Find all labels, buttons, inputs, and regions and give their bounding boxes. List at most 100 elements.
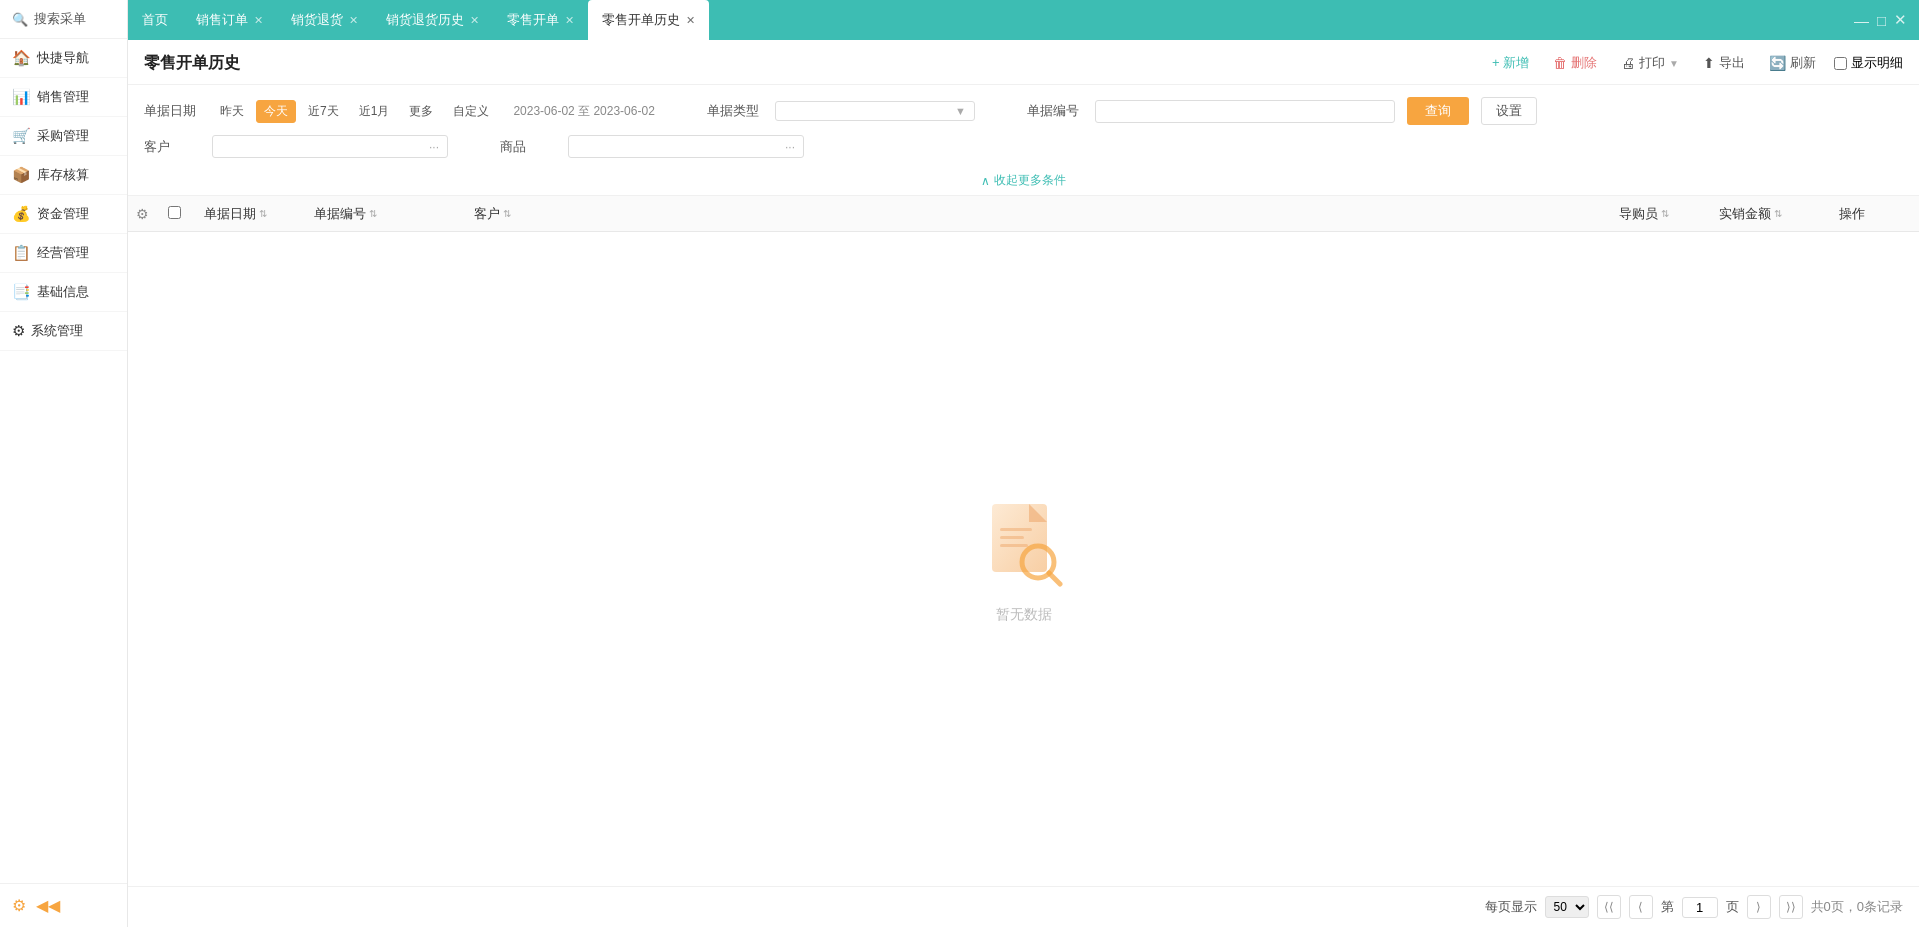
client-input[interactable]: [221, 139, 421, 154]
bill-sn-input[interactable]: [1095, 100, 1395, 123]
sidebar-item-label: 系统管理: [31, 322, 83, 340]
close-icon[interactable]: ✕: [686, 14, 695, 27]
sidebar-item-sys-mgmt[interactable]: ⚙ 系统管理: [0, 312, 127, 351]
th-amount-label: 实销金额: [1719, 205, 1771, 223]
refresh-button[interactable]: 🔄 刷新: [1763, 50, 1822, 76]
goods-input-wrapper[interactable]: ···: [568, 135, 804, 158]
per-page-label: 每页显示: [1485, 898, 1537, 916]
sidebar-item-quick-nav[interactable]: 🏠 快捷导航: [0, 39, 127, 78]
print-chevron-icon: ▼: [1669, 58, 1679, 69]
date-btn-custom[interactable]: 自定义: [445, 100, 497, 123]
filter-row-2: 客户 ··· 商品 ···: [144, 135, 1903, 158]
pagination: 每页显示 50 ⟨⟨ ⟨ 第 页 ⟩ ⟩⟩ 共0页，0条记录: [128, 886, 1919, 927]
page-label: 页: [1726, 898, 1739, 916]
toolbar: + 新增 🗑 删除 🖨 打印 ▼ ⬆ 导出 🔄 刷新: [1486, 50, 1903, 76]
collapse-sidebar-icon[interactable]: ◀◀: [36, 896, 60, 915]
delete-button[interactable]: 🗑 删除: [1547, 50, 1603, 76]
setting-button[interactable]: 设置: [1481, 97, 1537, 125]
refresh-icon: 🔄: [1769, 55, 1786, 71]
settings-icon[interactable]: ⚙: [12, 896, 26, 915]
chevron-down-icon: ▼: [955, 105, 966, 117]
show-detail-toggle[interactable]: 显示明细: [1834, 54, 1903, 72]
sidebar-item-sales-mgmt[interactable]: 📊 销售管理: [0, 78, 127, 117]
date-btn-1month[interactable]: 近1月: [351, 100, 398, 123]
last-page-btn[interactable]: ⟩⟩: [1779, 895, 1803, 919]
tab-retail-open[interactable]: 零售开单 ✕: [493, 0, 588, 40]
tab-retail-open-hist[interactable]: 零售开单历史 ✕: [588, 0, 709, 40]
close-icon[interactable]: ✕: [565, 14, 574, 27]
per-page-select[interactable]: 50: [1545, 896, 1589, 918]
date-btn-yesterday[interactable]: 昨天: [212, 100, 252, 123]
sidebar-search-label: 搜索采单: [34, 10, 86, 28]
select-all-checkbox[interactable]: [168, 206, 196, 222]
bill-sn-label: 单据编号: [1027, 102, 1083, 120]
bill-type-label: 单据类型: [707, 102, 763, 120]
sidebar-item-finance[interactable]: 💰 资金管理: [0, 195, 127, 234]
th-date[interactable]: 单据日期 ⇅: [196, 205, 306, 223]
sidebar-item-purchase-mgmt[interactable]: 🛒 采购管理: [0, 117, 127, 156]
tab-sales-return[interactable]: 销货退货 ✕: [277, 0, 372, 40]
query-button[interactable]: 查询: [1407, 97, 1469, 125]
page-header: 零售开单历史 + 新增 🗑 删除 🖨 打印 ▼ ⬆ 导出: [128, 40, 1919, 85]
close-window-icon[interactable]: ✕: [1894, 11, 1907, 29]
sidebar-item-label: 基础信息: [37, 283, 89, 301]
trash-icon: 🗑: [1553, 55, 1567, 71]
date-btn-today[interactable]: 今天: [256, 100, 296, 123]
sidebar-item-label: 资金管理: [37, 205, 89, 223]
svg-rect-4: [1000, 544, 1028, 547]
tabbar-right: — □ ✕: [1854, 11, 1919, 29]
th-guide[interactable]: 导购员 ⇅: [1611, 205, 1711, 223]
money-icon: 💰: [12, 205, 31, 223]
sidebar-item-ops-mgmt[interactable]: 📋 经营管理: [0, 234, 127, 273]
maximize-icon[interactable]: □: [1877, 12, 1886, 29]
filter-area: 单据日期 昨天 今天 近7天 近1月 更多 自定义 2023-06-02 至 2…: [128, 85, 1919, 196]
prev-page-btn[interactable]: ⟨: [1629, 895, 1653, 919]
del-label: 删除: [1571, 54, 1597, 72]
next-page-btn[interactable]: ⟩: [1747, 895, 1771, 919]
first-page-btn[interactable]: ⟨⟨: [1597, 895, 1621, 919]
th-ops: 操作: [1831, 205, 1911, 223]
client-dots-icon[interactable]: ···: [429, 140, 439, 154]
sidebar-item-label: 采购管理: [37, 127, 89, 145]
table-settings-icon[interactable]: ⚙: [136, 206, 168, 222]
table-select-all[interactable]: [168, 206, 181, 219]
bill-type-select[interactable]: ▼: [775, 101, 975, 121]
th-sn[interactable]: 单据编号 ⇅: [306, 205, 466, 223]
tab-sales-order[interactable]: 销售订单 ✕: [182, 0, 277, 40]
sort-icon: ⇅: [369, 208, 377, 219]
sidebar-search[interactable]: 🔍 搜索采单: [0, 0, 127, 39]
th-amount[interactable]: 实销金额 ⇅: [1711, 205, 1831, 223]
close-icon[interactable]: ✕: [349, 14, 358, 27]
sidebar-item-base-info[interactable]: 📑 基础信息: [0, 273, 127, 312]
minimize-icon[interactable]: —: [1854, 12, 1869, 29]
print-button[interactable]: 🖨 打印 ▼: [1615, 50, 1685, 76]
client-input-wrapper[interactable]: ···: [212, 135, 448, 158]
empty-illustration: [974, 494, 1074, 594]
export-button[interactable]: ⬆ 导出: [1697, 50, 1751, 76]
date-filter-label: 单据日期: [144, 102, 200, 120]
tab-home[interactable]: 首页: [128, 0, 182, 40]
add-button[interactable]: + 新增: [1486, 50, 1535, 76]
close-icon[interactable]: ✕: [254, 14, 263, 27]
sort-icon: ⇅: [259, 208, 267, 219]
main-content: 首页 销售订单 ✕ 销货退货 ✕ 销货退货历史 ✕ 零售开单 ✕ 零售开单历史 …: [128, 0, 1919, 927]
show-detail-checkbox[interactable]: [1834, 57, 1847, 70]
close-icon[interactable]: ✕: [470, 14, 479, 27]
goods-input[interactable]: [577, 139, 777, 154]
tab-sales-return-hist[interactable]: 销货退货历史 ✕: [372, 0, 493, 40]
date-btn-more[interactable]: 更多: [401, 100, 441, 123]
home-icon: 🏠: [12, 49, 31, 67]
date-btn-7days[interactable]: 近7天: [300, 100, 347, 123]
page-number-input[interactable]: [1682, 897, 1718, 918]
page-area: 零售开单历史 + 新增 🗑 删除 🖨 打印 ▼ ⬆ 导出: [128, 40, 1919, 927]
goods-dots-icon[interactable]: ···: [785, 140, 795, 154]
svg-line-6: [1049, 573, 1060, 584]
th-guide-label: 导购员: [1619, 205, 1658, 223]
collapse-row: ∧ 收起更多条件: [144, 168, 1903, 195]
th-sn-label: 单据编号: [314, 205, 366, 223]
sidebar-item-inventory[interactable]: 📦 库存核算: [0, 156, 127, 195]
filter-row-1: 单据日期 昨天 今天 近7天 近1月 更多 自定义 2023-06-02 至 2…: [144, 97, 1903, 125]
th-client[interactable]: 客户 ⇅: [466, 205, 1611, 223]
collapse-btn[interactable]: ∧ 收起更多条件: [981, 172, 1066, 189]
tab-home-label: 首页: [142, 11, 168, 29]
